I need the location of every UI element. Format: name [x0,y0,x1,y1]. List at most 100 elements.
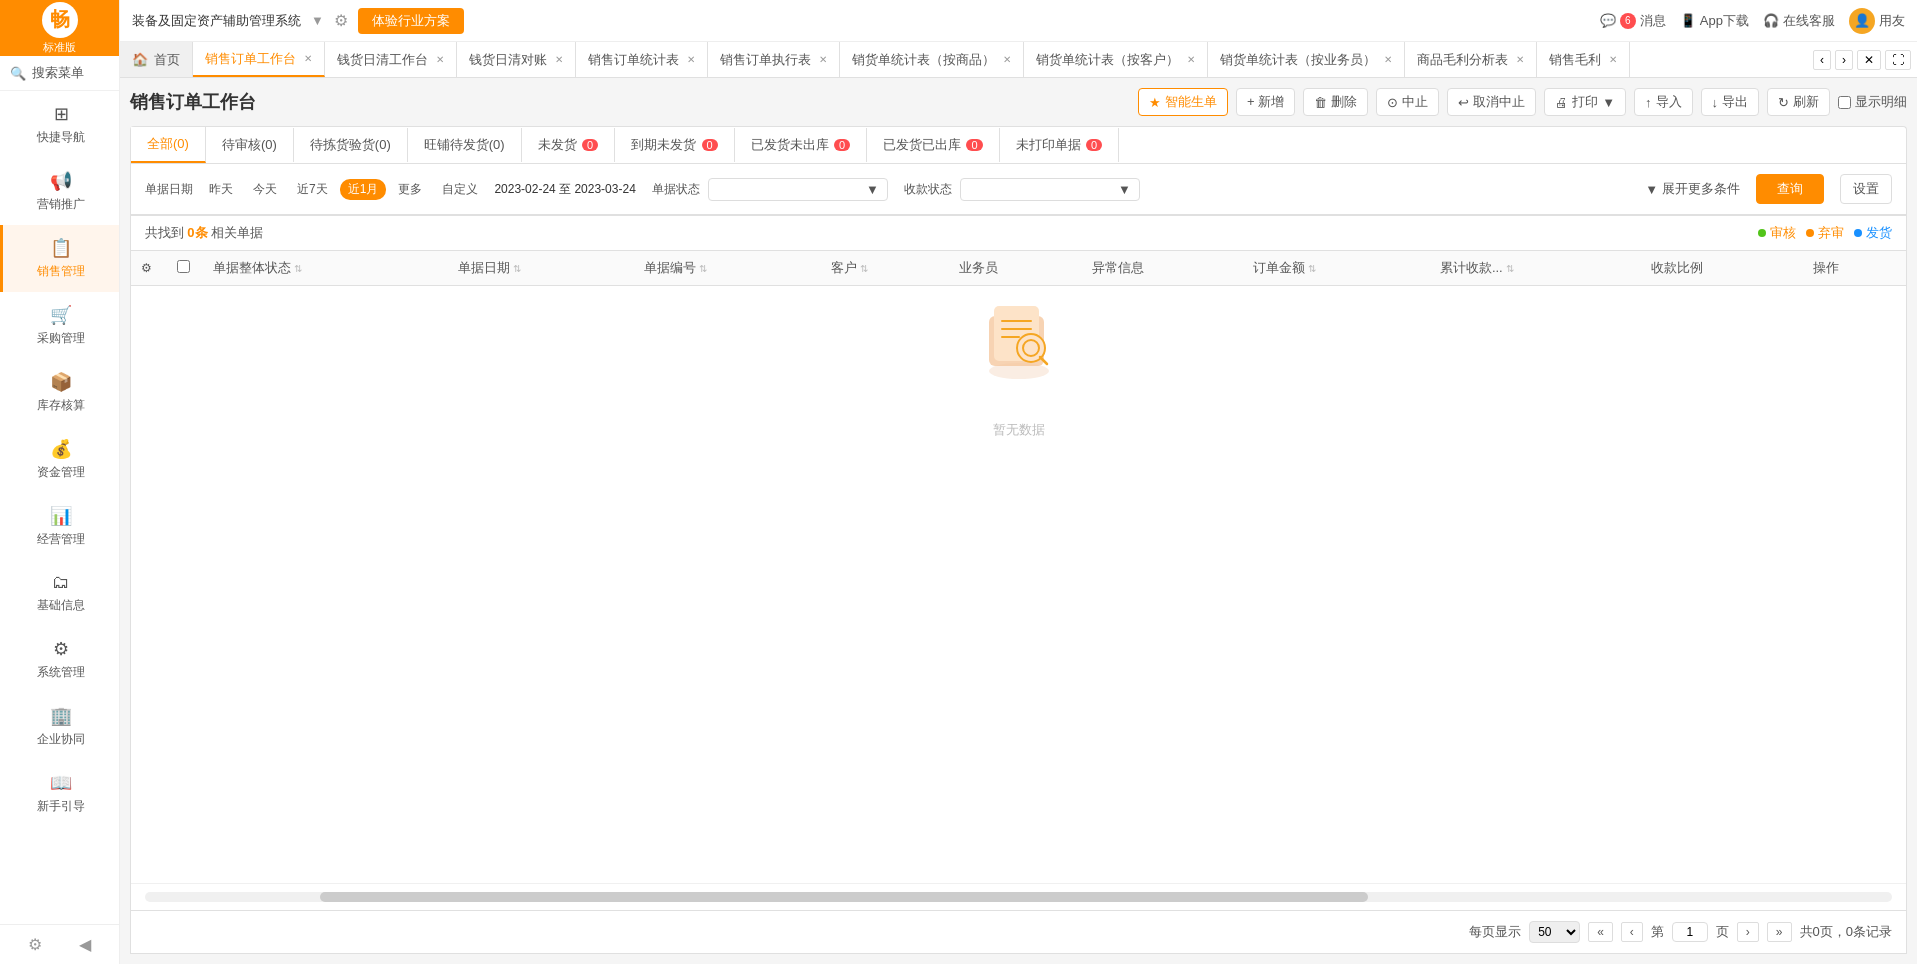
last-page-btn[interactable]: » [1767,922,1792,942]
th-number[interactable]: 单据编号 ⇅ [634,251,821,286]
print-btn[interactable]: 🖨 打印 ▼ [1544,88,1626,116]
sidebar-item-finance[interactable]: 💰 资金管理 [0,426,119,493]
add-btn[interactable]: + 新增 [1236,88,1295,116]
date-opt-custom[interactable]: 自定义 [434,179,486,200]
export-btn[interactable]: ↓ 导出 [1701,88,1760,116]
tab-close-icon[interactable]: ✕ [1003,54,1011,65]
sidebar-logo[interactable]: 畅 标准版 [0,0,119,56]
settings-filter-btn[interactable]: 设置 [1840,174,1892,204]
trial-btn[interactable]: 体验行业方案 [358,8,464,34]
tab-sales-unit-by-product[interactable]: 销货单统计表（按商品） ✕ [840,42,1024,77]
sidebar-item-base[interactable]: 🗂 基础信息 [0,560,119,626]
first-page-btn[interactable]: « [1588,922,1613,942]
collapse-icon[interactable]: ◀ [79,935,91,954]
sidebar-item-inventory[interactable]: 📦 库存核算 [0,359,119,426]
sidebar-item-operations[interactable]: 📊 经营管理 [0,493,119,560]
tab-cash-daily[interactable]: 钱货日清工作台 ✕ [325,42,457,77]
sidebar-item-enterprise[interactable]: 🏢 企业协同 [0,693,119,760]
filter-tab-all[interactable]: 全部(0) [131,127,206,163]
tab-cash-reconcile[interactable]: 钱货日清对账 ✕ [457,42,576,77]
th-settings[interactable]: ⚙ [131,251,167,286]
tab-nav-maximize[interactable]: ⛶ [1885,50,1911,70]
tab-nav-close-all[interactable]: ✕ [1857,50,1881,70]
prev-page-btn[interactable]: ‹ [1621,922,1643,942]
show-detail-input[interactable] [1838,96,1851,109]
review-action-btn[interactable]: 审核 [1758,224,1796,242]
tab-nav-next[interactable]: › [1835,50,1853,70]
page-size-select[interactable]: 50 10 20 100 [1529,921,1580,943]
filter-tab-shipped-out[interactable]: 已发货已出库 0 [867,128,999,162]
table-scroll[interactable]: ⚙ 单据整体状态 ⇅ 单据日期 ⇅ [131,251,1906,883]
tab-close-icon[interactable]: ✕ [1516,54,1524,65]
filter-tab-not-printed[interactable]: 未打印单据 0 [1000,128,1119,162]
refresh-btn[interactable]: ↻ 刷新 [1767,88,1830,116]
ship-action-btn[interactable]: 发货 [1854,224,1892,242]
expand-filter-btn[interactable]: ▼ 展开更多条件 [1645,180,1740,198]
sidebar-item-quick-nav[interactable]: ⊞ 快捷导航 [0,91,119,158]
user-btn[interactable]: 👤 用友 [1849,8,1905,34]
tab-nav-prev[interactable]: ‹ [1813,50,1831,70]
select-all-checkbox[interactable] [177,260,190,273]
th-checkbox[interactable] [167,251,203,286]
sidebar-item-system[interactable]: ⚙ 系统管理 [0,626,119,693]
settings-bottom-icon[interactable]: ⚙ [28,935,42,954]
next-page-btn[interactable]: › [1737,922,1759,942]
date-opt-today[interactable]: 今天 [245,179,285,200]
tab-gross-profit[interactable]: 商品毛利分析表 ✕ [1405,42,1537,77]
tab-sales-stats[interactable]: 销售订单统计表 ✕ [576,42,708,77]
status-filter-select[interactable]: ▼ [708,178,888,201]
date-opt-more[interactable]: 更多 [390,179,430,200]
filter-tab-pending-review[interactable]: 待审核(0) [206,128,294,162]
th-collected[interactable]: 累计收款... ⇅ [1430,251,1641,286]
enterprise-icon: 🏢 [50,705,72,727]
cancel-stop-btn[interactable]: ↩ 取消中止 [1447,88,1536,116]
tab-sales-unit-by-staff[interactable]: 销货单统计表（按业务员） ✕ [1208,42,1405,77]
tab-close-icon[interactable]: ✕ [555,54,563,65]
th-customer[interactable]: 客户 ⇅ [821,251,949,286]
tab-close-icon[interactable]: ✕ [1187,54,1195,65]
filter-tab-expired-label: 到期未发货 [631,137,696,152]
topbar-settings-icon[interactable]: ⚙ [334,11,348,30]
tab-close-icon[interactable]: ✕ [1609,54,1617,65]
th-status[interactable]: 单据整体状态 ⇅ [203,251,448,286]
payment-filter-select[interactable]: ▼ [960,178,1140,201]
date-opt-7days[interactable]: 近7天 [289,179,336,200]
sidebar-item-marketing[interactable]: 📢 营销推广 [0,158,119,225]
tab-sales-unit-by-customer[interactable]: 销货单统计表（按客户） ✕ [1024,42,1208,77]
filter-tab-not-shipped[interactable]: 未发货 0 [522,128,615,162]
tab-close-icon[interactable]: ✕ [436,54,444,65]
message-btn[interactable]: 💬 6 消息 [1600,12,1666,30]
online-service-btn[interactable]: 🎧 在线客服 [1763,12,1835,30]
date-opt-yesterday[interactable]: 昨天 [201,179,241,200]
import-btn[interactable]: ↑ 导入 [1634,88,1693,116]
hscroll[interactable] [145,892,1892,902]
tab-close-icon[interactable]: ✕ [1384,54,1392,65]
tab-close-icon[interactable]: ✕ [687,54,695,65]
date-opt-1month[interactable]: 近1月 [340,179,387,200]
unreviewed-action-btn[interactable]: 弃审 [1806,224,1844,242]
sidebar-item-sales[interactable]: 📋 销售管理 [0,225,119,292]
sidebar-item-purchase[interactable]: 🛒 采购管理 [0,292,119,359]
th-amount[interactable]: 订单金额 ⇅ [1243,251,1430,286]
sidebar-search[interactable]: 🔍 搜索菜单 [0,56,119,91]
filter-tab-pending-inspection[interactable]: 待拣货验货(0) [294,128,408,162]
smart-create-btn[interactable]: ★ 智能生单 [1138,88,1228,116]
delete-btn[interactable]: 🗑 删除 [1303,88,1368,116]
stop-btn[interactable]: ⊙ 中止 [1376,88,1439,116]
filter-tab-expired[interactable]: 到期未发货 0 [615,128,734,162]
search-btn[interactable]: 查询 [1756,174,1824,204]
tab-close-icon[interactable]: ✕ [819,54,827,65]
th-date[interactable]: 单据日期 ⇅ [448,251,635,286]
tab-sales-exec[interactable]: 销售订单执行表 ✕ [708,42,840,77]
page-input[interactable] [1672,922,1708,942]
filter-tab-shipped-not-out[interactable]: 已发货未出库 0 [735,128,867,162]
app-download-btn[interactable]: 📱 App下载 [1680,12,1749,30]
hscroll-thumb[interactable] [320,892,1368,902]
tab-home[interactable]: 🏠 首页 [120,42,193,77]
tab-sales-more[interactable]: 销售毛利 ✕ [1537,42,1630,77]
show-detail-checkbox[interactable]: 显示明细 [1838,93,1907,111]
filter-tab-wangpu-pending[interactable]: 旺铺待发货(0) [408,128,522,162]
tab-sales-workbench[interactable]: 销售订单工作台 ✕ [193,42,325,77]
tab-close-icon[interactable]: ✕ [304,53,312,64]
sidebar-item-guide[interactable]: 📖 新手引导 [0,760,119,827]
